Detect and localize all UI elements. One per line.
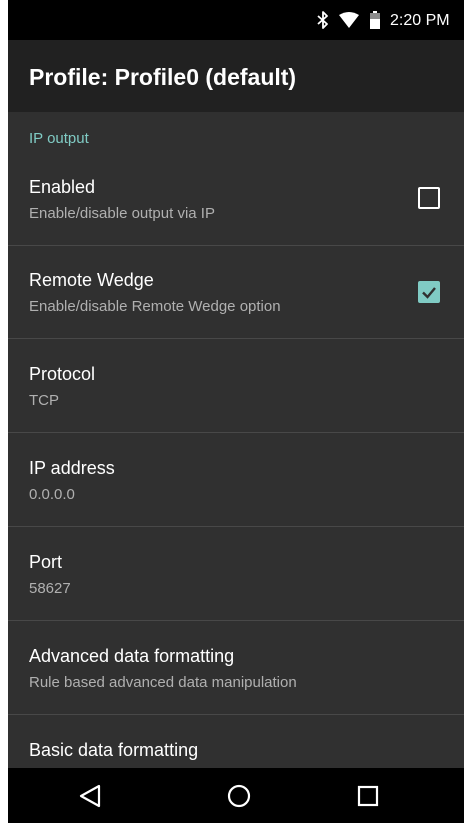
remote-wedge-checkbox[interactable] <box>418 281 440 303</box>
enabled-checkbox[interactable] <box>418 187 440 209</box>
wifi-icon <box>338 0 360 40</box>
pref-port[interactable]: Port 58627 <box>8 528 464 621</box>
pref-summary: Rule based advanced data manipulation <box>29 674 297 691</box>
bluetooth-icon <box>314 0 332 40</box>
pref-title: Protocol <box>29 364 96 384</box>
back-button[interactable] <box>60 768 120 823</box>
recents-icon <box>357 785 379 806</box>
recents-button[interactable] <box>338 768 398 823</box>
check-icon <box>422 287 436 299</box>
pref-title: Basic data formatting <box>29 740 199 760</box>
pref-summary: Enable/disable output via IP <box>29 205 215 222</box>
pref-advanced-data-formatting[interactable]: Advanced data formatting Rule based adva… <box>8 622 464 715</box>
pref-enabled[interactable]: Enabled Enable/disable output via IP <box>8 153 464 246</box>
home-icon <box>227 784 251 807</box>
app-bar: Profile: Profile0 (default) <box>8 40 464 112</box>
pref-protocol[interactable]: Protocol TCP <box>8 340 464 433</box>
pref-title: Port <box>29 552 63 572</box>
preferences-list: IP output Enabled Enable/disable output … <box>8 112 464 768</box>
back-icon <box>79 784 101 807</box>
category-header: IP output <box>29 130 89 147</box>
home-button[interactable] <box>209 768 269 823</box>
pref-title: IP address <box>29 458 115 478</box>
battery-icon <box>368 0 382 40</box>
pref-remote-wedge[interactable]: Remote Wedge Enable/disable Remote Wedge… <box>8 246 464 339</box>
pref-ip-address[interactable]: IP address 0.0.0.0 <box>8 434 464 527</box>
pref-title: Remote Wedge <box>29 270 154 290</box>
navigation-bar <box>8 768 464 823</box>
phone-screen: 2:20 PM Profile: Profile0 (default) IP o… <box>8 0 464 823</box>
pref-summary: TCP <box>29 392 59 409</box>
pref-summary: 58627 <box>29 580 71 597</box>
pref-title: Advanced data formatting <box>29 646 235 666</box>
status-bar: 2:20 PM <box>8 0 464 40</box>
pref-summary: 0.0.0.0 <box>29 486 75 503</box>
pref-basic-data-formatting[interactable]: Basic data formatting <box>8 716 464 768</box>
status-time: 2:20 PM <box>390 12 450 29</box>
page-title: Profile: Profile0 (default) <box>29 64 297 90</box>
pref-summary: Enable/disable Remote Wedge option <box>29 298 281 315</box>
pref-title: Enabled <box>29 177 96 197</box>
